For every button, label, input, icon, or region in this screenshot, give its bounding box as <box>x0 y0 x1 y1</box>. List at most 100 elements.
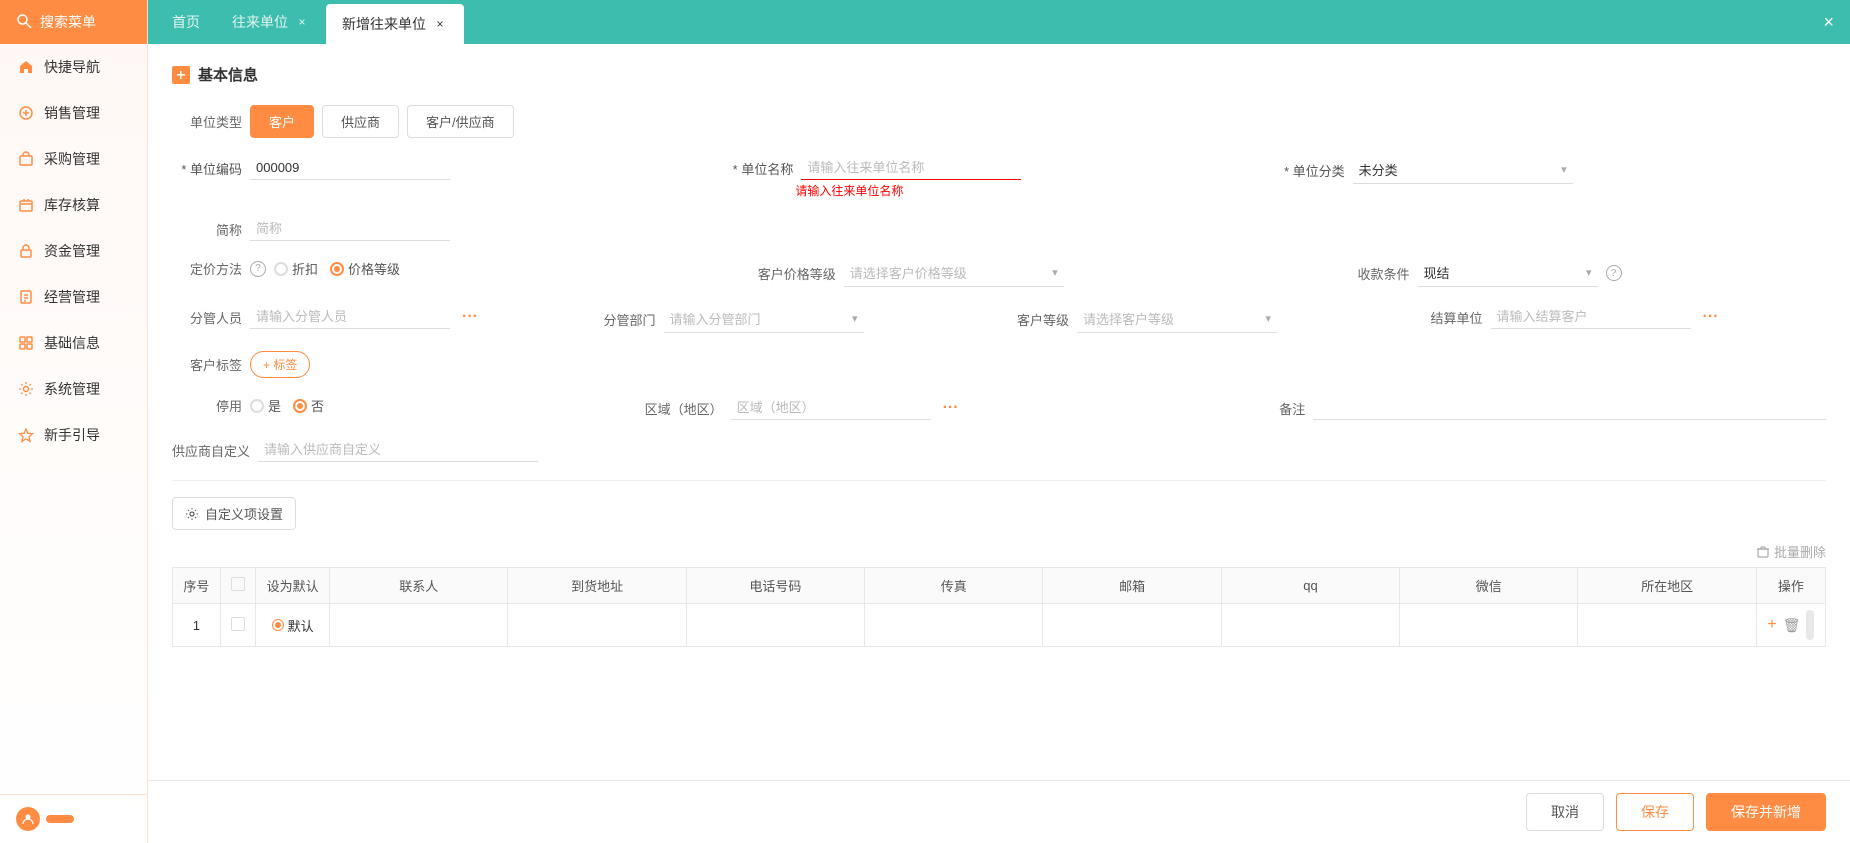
grid-icon <box>16 333 36 353</box>
sidebar-item-basic[interactable]: 基础信息 <box>0 320 147 366</box>
section-header: 基本信息 <box>172 64 1826 85</box>
cell-phone[interactable] <box>686 604 864 647</box>
sidebar-item-sales[interactable]: 销售管理 <box>0 90 147 136</box>
dept-placeholder: 请输入分管部门 <box>670 309 761 328</box>
unit-category-label: * 单位分类 <box>1275 161 1345 180</box>
add-row-button[interactable]: + <box>1767 616 1776 634</box>
email-input[interactable] <box>1061 619 1203 633</box>
sidebar-item-purchase[interactable]: 采购管理 <box>0 136 147 182</box>
pricing-help-icon[interactable]: ? <box>250 261 266 277</box>
custom-settings-button[interactable]: 自定义项设置 <box>172 497 296 530</box>
batch-delete-area: 批量删除 <box>172 542 1826 561</box>
cell-wechat[interactable] <box>1400 604 1578 647</box>
tag-label: 客户标签 <box>172 355 242 374</box>
disabled-yes-label: 是 <box>268 396 281 415</box>
cell-address[interactable] <box>508 604 686 647</box>
delete-row-button[interactable]: 🗑 <box>1783 617 1801 634</box>
disabled-no-radio[interactable] <box>293 399 307 413</box>
customer-price-placeholder: 请选择客户价格等级 <box>850 263 967 282</box>
manager-input[interactable] <box>250 305 450 329</box>
remark-input[interactable] <box>1313 396 1826 420</box>
manager-more-btn[interactable]: ··· <box>458 308 482 326</box>
pricing-level-radio[interactable] <box>330 262 344 276</box>
tab-partners-close[interactable]: × <box>294 14 310 30</box>
cancel-button[interactable]: 取消 <box>1526 793 1604 831</box>
pricing-method-field: 定价方法 ? 折扣 价格等级 <box>172 259 756 278</box>
payment-help-icon[interactable]: ? <box>1606 265 1622 281</box>
sidebar-item-quick-nav[interactable]: 快捷导航 <box>0 44 147 90</box>
save-and-new-button[interactable]: 保存并新增 <box>1706 793 1826 831</box>
save-button[interactable]: 保存 <box>1616 793 1694 831</box>
sidebar-item-guide[interactable]: 新手引导 <box>0 412 147 458</box>
dept-label: 分管部门 <box>586 310 656 329</box>
disabled-label: 停用 <box>172 396 242 415</box>
tab-new-partner-close[interactable]: × <box>432 16 448 32</box>
disabled-yes-option[interactable]: 是 <box>250 396 281 415</box>
add-tag-button[interactable]: + 标签 <box>250 351 310 378</box>
settlement-input[interactable] <box>1491 305 1691 329</box>
customer-price-label: 客户价格等级 <box>756 264 836 283</box>
customer-level-select[interactable]: 请选择客户等级 ▾ <box>1077 305 1277 333</box>
unit-code-input[interactable] <box>250 156 450 180</box>
batch-delete-label[interactable]: 批量删除 <box>1774 542 1826 561</box>
default-radio[interactable] <box>272 619 284 631</box>
settings-small-icon <box>185 507 199 521</box>
sidebar-item-ops[interactable]: 经营管理 <box>0 274 147 320</box>
cell-qq[interactable] <box>1221 604 1399 647</box>
unit-name-input[interactable] <box>801 156 1021 180</box>
cell-contact[interactable] <box>330 604 508 647</box>
customer-price-select[interactable]: 请选择客户价格等级 ▾ <box>844 259 1064 287</box>
unit-type-customer-btn[interactable]: 客户 <box>250 105 314 138</box>
sidebar-item-finance[interactable]: 资金管理 <box>0 228 147 274</box>
region-table-input[interactable] <box>1596 619 1738 633</box>
pricing-level-option[interactable]: 价格等级 <box>330 259 400 278</box>
manager-field: 分管人员 ··· <box>172 305 586 329</box>
region-more-btn[interactable]: ··· <box>939 399 963 417</box>
disabled-yes-radio[interactable] <box>250 399 264 413</box>
pricing-radio-group: 折扣 价格等级 <box>274 259 400 278</box>
sidebar-item-inventory[interactable]: 库存核算 <box>0 182 147 228</box>
supplier-custom-input[interactable] <box>258 438 538 462</box>
cell-email[interactable] <box>1043 604 1221 647</box>
progress-bar <box>46 815 74 823</box>
settlement-more-btn[interactable]: ··· <box>1699 308 1723 326</box>
unit-name-error: 请输入往来单位名称 <box>795 182 1274 199</box>
unit-code-field: * 单位编码 <box>172 156 723 180</box>
unit-category-select[interactable]: 未分类 ▾ <box>1353 156 1573 184</box>
tab-home[interactable]: 首页 <box>156 0 216 44</box>
fax-input[interactable] <box>883 619 1025 633</box>
payment-terms-label: 收款条件 <box>1340 264 1410 283</box>
payment-terms-field: 收款条件 现结 ▾ ? <box>1340 259 1826 287</box>
unit-type-supplier-btn[interactable]: 供应商 <box>322 105 399 138</box>
cell-check[interactable] <box>220 604 255 647</box>
bag-icon <box>16 149 36 169</box>
tab-new-partner[interactable]: 新增往来单位 × <box>326 4 464 44</box>
doc-icon <box>16 287 36 307</box>
chevron-down-icon: ▾ <box>1561 163 1567 176</box>
unit-code-label: * 单位编码 <box>172 159 242 178</box>
tab-partners[interactable]: 往来单位 × <box>216 0 326 44</box>
dept-select[interactable]: 请输入分管部门 ▾ <box>664 305 864 333</box>
phone-input[interactable] <box>705 619 847 633</box>
window-close-button[interactable]: × <box>1815 12 1842 33</box>
contact-input[interactable] <box>348 619 490 633</box>
short-name-field: 简称 <box>172 217 1826 241</box>
search-menu[interactable]: 搜索菜单 <box>0 0 147 44</box>
row-checkbox[interactable] <box>231 617 245 631</box>
cell-region[interactable] <box>1578 604 1756 647</box>
address-input[interactable] <box>526 619 668 633</box>
tag-field: 客户标签 + 标签 <box>172 351 1826 378</box>
disabled-no-option[interactable]: 否 <box>293 396 324 415</box>
region-input[interactable] <box>731 396 931 420</box>
wechat-input[interactable] <box>1418 619 1560 633</box>
sidebar-item-label: 快捷导航 <box>44 57 100 77</box>
qq-input[interactable] <box>1240 619 1382 633</box>
form-footer: 取消 保存 保存并新增 <box>148 780 1850 843</box>
short-name-input[interactable] <box>250 217 450 241</box>
pricing-discount-option[interactable]: 折扣 <box>274 259 318 278</box>
pricing-discount-radio[interactable] <box>274 262 288 276</box>
sidebar-item-system[interactable]: 系统管理 <box>0 366 147 412</box>
cell-fax[interactable] <box>865 604 1043 647</box>
unit-type-both-btn[interactable]: 客户/供应商 <box>407 105 514 138</box>
payment-terms-select[interactable]: 现结 ▾ <box>1418 259 1598 287</box>
